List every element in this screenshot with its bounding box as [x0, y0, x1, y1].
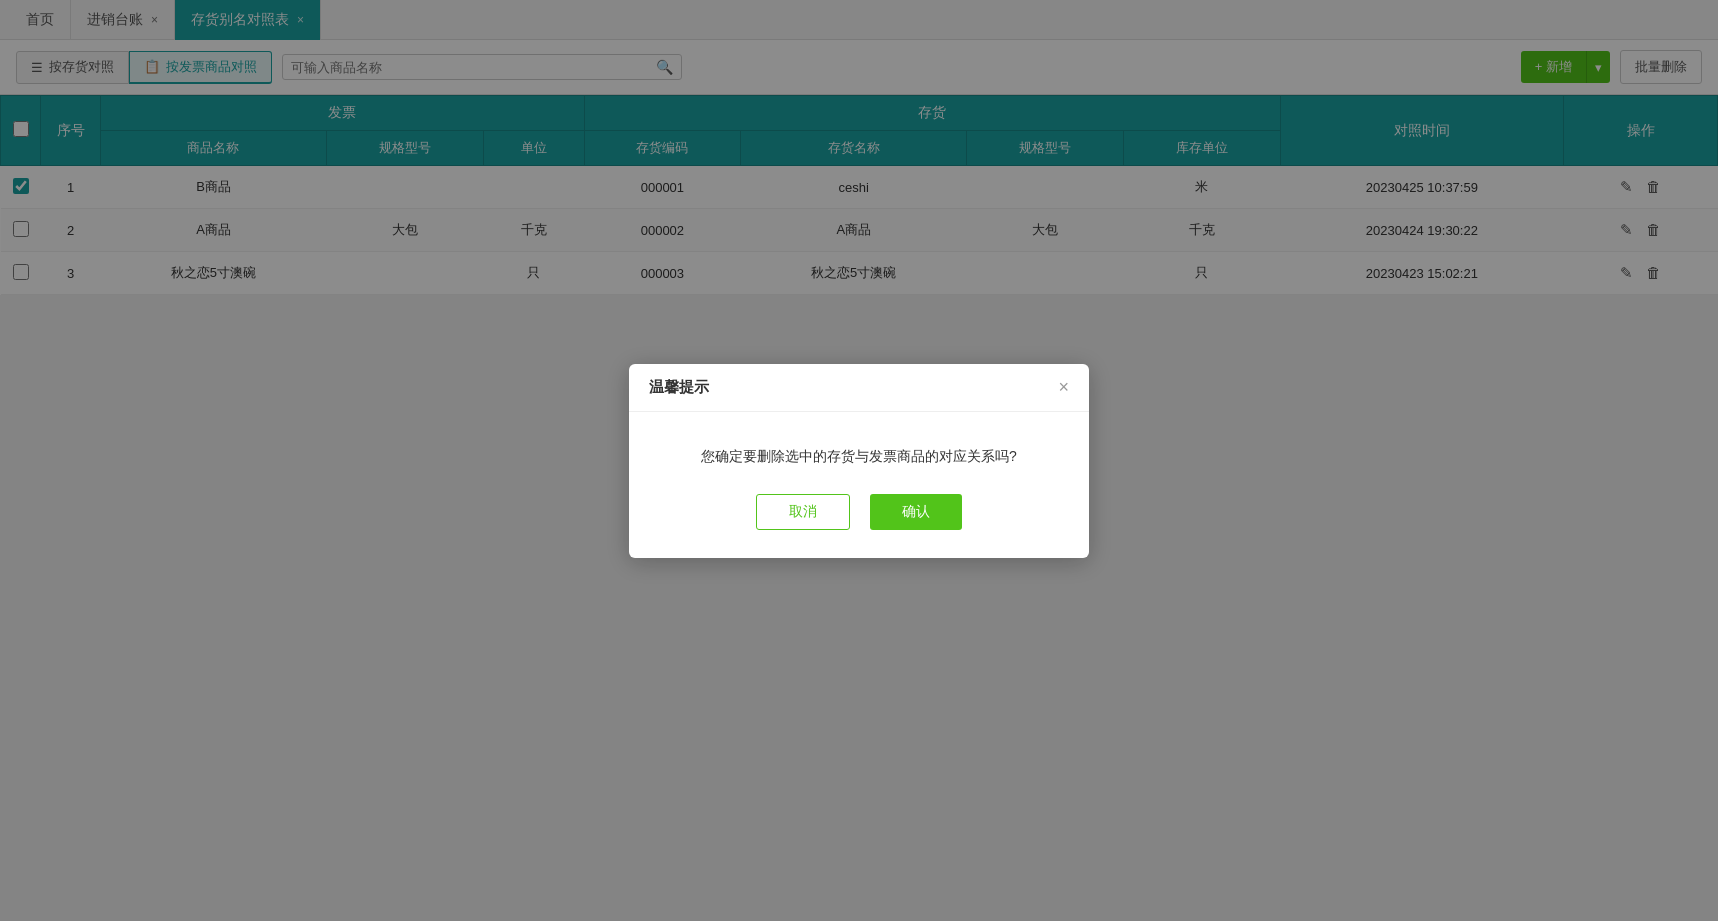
modal-overlay: 温馨提示 × 您确定要删除选中的存货与发票商品的对应关系吗? 取消 确认 [0, 0, 1718, 295]
